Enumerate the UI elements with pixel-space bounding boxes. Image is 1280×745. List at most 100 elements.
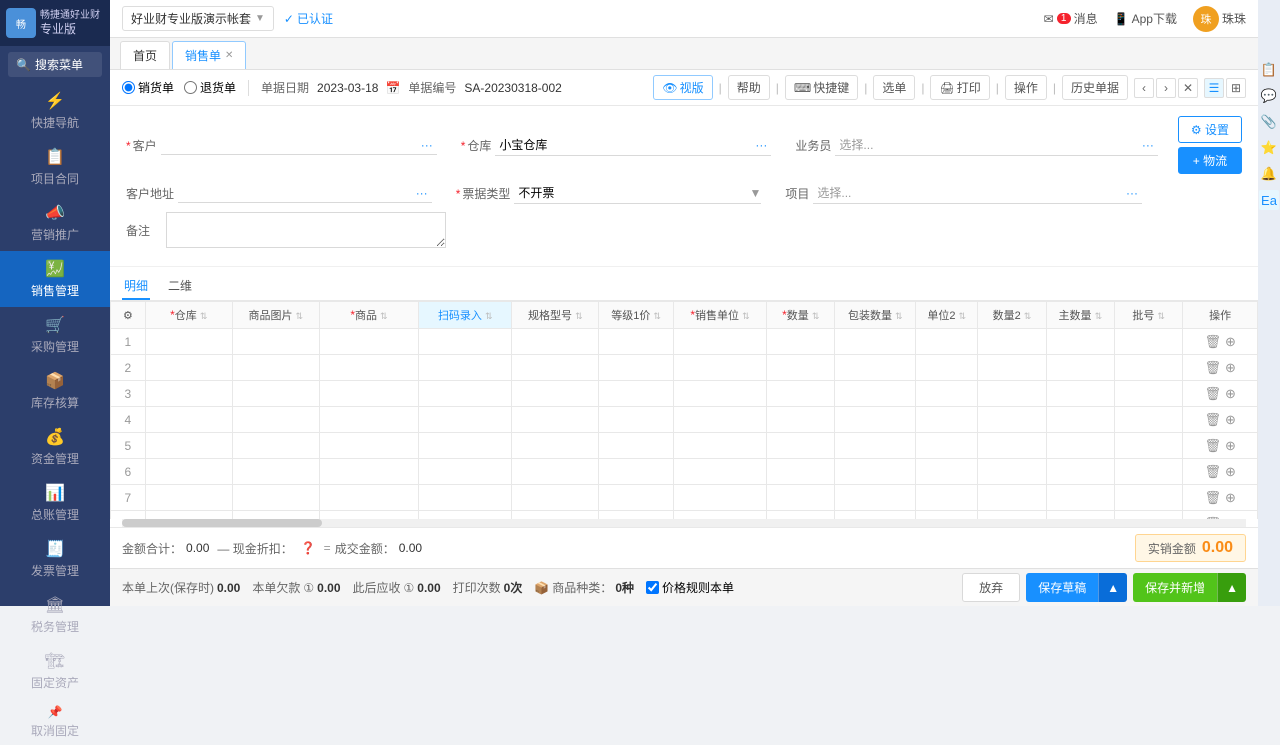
radio-return-order-input[interactable] [184, 81, 197, 94]
rp-icon-3[interactable]: 📎 [1259, 112, 1279, 132]
save-draft-button[interactable]: 保存草稿 [1026, 573, 1098, 602]
row-product[interactable] [319, 381, 418, 407]
row-price1[interactable] [599, 407, 674, 433]
calendar-icon[interactable]: 📅 [385, 81, 400, 95]
row-delete-icon[interactable]: 🗑 [1204, 412, 1221, 428]
address-input[interactable] [178, 184, 412, 202]
row-main-qty[interactable] [1046, 511, 1114, 520]
row-price1[interactable] [599, 459, 674, 485]
row-sales-unit[interactable] [673, 381, 766, 407]
row-barcode[interactable] [419, 381, 512, 407]
save-new-button[interactable]: 保存并新增 [1133, 573, 1217, 602]
view-button[interactable]: 👁 视版 [653, 75, 712, 100]
sidebar-item-invoice[interactable]: 🧾 发票管理 [0, 531, 110, 587]
row-unit2[interactable] [916, 355, 978, 381]
row-qty2[interactable] [978, 407, 1046, 433]
sidebar-search-container[interactable]: 🔍 搜索菜单 [0, 46, 110, 83]
row-batch[interactable] [1114, 485, 1182, 511]
row-sales-unit[interactable] [673, 355, 766, 381]
layout-grid-btn[interactable]: ⊞ [1226, 78, 1246, 98]
sidebar-cancel-fixed[interactable]: 📌 取消固定 [0, 699, 110, 745]
row-delete-icon[interactable]: 🗑 [1204, 334, 1221, 350]
row-pack-qty[interactable] [835, 329, 916, 355]
row-main-qty[interactable] [1046, 407, 1114, 433]
horizontal-scrollbar[interactable] [122, 519, 1246, 527]
row-sales-unit[interactable] [673, 407, 766, 433]
address-input-area[interactable]: ··· [178, 184, 432, 203]
row-copy-icon[interactable]: ⊕ [1225, 412, 1236, 428]
salesperson-ellipsis[interactable]: ··· [1138, 136, 1158, 154]
row-spec[interactable] [512, 407, 599, 433]
app-download-button[interactable]: 📱 App下载 [1114, 10, 1177, 27]
tab-close-icon[interactable]: ✕ [225, 50, 233, 61]
row-delete-icon[interactable]: 🗑 [1204, 464, 1221, 480]
row-copy-icon[interactable]: ⊕ [1225, 386, 1236, 402]
select-button[interactable]: 选单 [873, 75, 915, 100]
col-price1[interactable]: 等级1价 ⇅ [599, 302, 674, 329]
row-barcode[interactable] [419, 407, 512, 433]
tab-sales-order[interactable]: 销售单 ✕ [172, 41, 246, 69]
row-pack-qty[interactable] [835, 459, 916, 485]
row-batch[interactable] [1114, 381, 1182, 407]
row-product-image[interactable] [232, 511, 319, 520]
warehouse-ellipsis[interactable]: ··· [751, 136, 771, 154]
row-unit2[interactable] [916, 407, 978, 433]
tab-home[interactable]: 首页 [120, 41, 170, 69]
row-qty[interactable] [767, 329, 835, 355]
shortcut-button[interactable]: ⌨ 快捷键 [785, 75, 858, 100]
row-unit2[interactable] [916, 511, 978, 520]
row-copy-icon[interactable]: ⊕ [1225, 464, 1236, 480]
row-product-image[interactable] [232, 459, 319, 485]
rp-icon-1[interactable]: 📋 [1259, 60, 1279, 80]
row-spec[interactable] [512, 433, 599, 459]
row-product[interactable] [319, 355, 418, 381]
row-sales-unit[interactable] [673, 433, 766, 459]
row-product-image[interactable] [232, 485, 319, 511]
salesperson-input-area[interactable]: 选择... ··· [835, 134, 1157, 156]
radio-return-order[interactable]: 退货单 [184, 79, 236, 96]
help-button[interactable]: 帮助 [728, 75, 770, 100]
row-batch[interactable] [1114, 459, 1182, 485]
row-qty[interactable] [767, 459, 835, 485]
row-product-image[interactable] [232, 381, 319, 407]
col-warehouse[interactable]: *仓库 ⇅ [145, 302, 232, 329]
sidebar-item-purchase[interactable]: 🛒 采购管理 [0, 307, 110, 363]
save-new-arrow[interactable]: ▲ [1217, 573, 1246, 602]
row-product[interactable] [319, 459, 418, 485]
row-delete-icon[interactable]: 🗑 [1204, 360, 1221, 376]
row-price1[interactable] [599, 329, 674, 355]
rp-icon-2[interactable]: 💬 [1259, 86, 1279, 106]
history-button[interactable]: 历史单据 [1062, 75, 1128, 100]
col-product[interactable]: *商品 ⇅ [319, 302, 418, 329]
company-selector[interactable]: 好业财专业版演示帐套 ▼ [122, 6, 274, 31]
row-sales-unit[interactable] [673, 485, 766, 511]
row-product[interactable] [319, 329, 418, 355]
row-product-image[interactable] [232, 355, 319, 381]
row-copy-icon[interactable]: ⊕ [1225, 490, 1236, 506]
address-ellipsis[interactable]: ··· [412, 184, 432, 202]
save-draft-arrow[interactable]: ▲ [1098, 573, 1127, 602]
row-batch[interactable] [1114, 355, 1182, 381]
settings-button[interactable]: ⚙ 设置 [1178, 116, 1242, 143]
row-barcode[interactable] [419, 433, 512, 459]
search-menu-button[interactable]: 🔍 搜索菜单 [8, 52, 102, 77]
col-batch[interactable]: 批号 ⇅ [1114, 302, 1182, 329]
scroll-thumb[interactable] [122, 519, 322, 527]
row-barcode[interactable] [419, 485, 512, 511]
col-qty[interactable]: *数量 ⇅ [767, 302, 835, 329]
row-main-qty[interactable] [1046, 485, 1114, 511]
operations-button[interactable]: 操作 [1005, 75, 1047, 100]
row-sales-unit[interactable] [673, 511, 766, 520]
row-qty2[interactable] [978, 355, 1046, 381]
row-pack-qty[interactable] [835, 485, 916, 511]
row-warehouse[interactable] [145, 433, 232, 459]
row-delete-icon[interactable]: 🗑 [1204, 438, 1221, 454]
help-icon[interactable]: ❓ [301, 541, 316, 555]
row-price1[interactable] [599, 433, 674, 459]
row-qty[interactable] [767, 381, 835, 407]
sidebar-item-capital[interactable]: 💰 资金管理 [0, 419, 110, 475]
sidebar-item-inventory[interactable]: 📦 库存核算 [0, 363, 110, 419]
row-price1[interactable] [599, 485, 674, 511]
row-qty2[interactable] [978, 459, 1046, 485]
col-qty2[interactable]: 数量2 ⇅ [978, 302, 1046, 329]
